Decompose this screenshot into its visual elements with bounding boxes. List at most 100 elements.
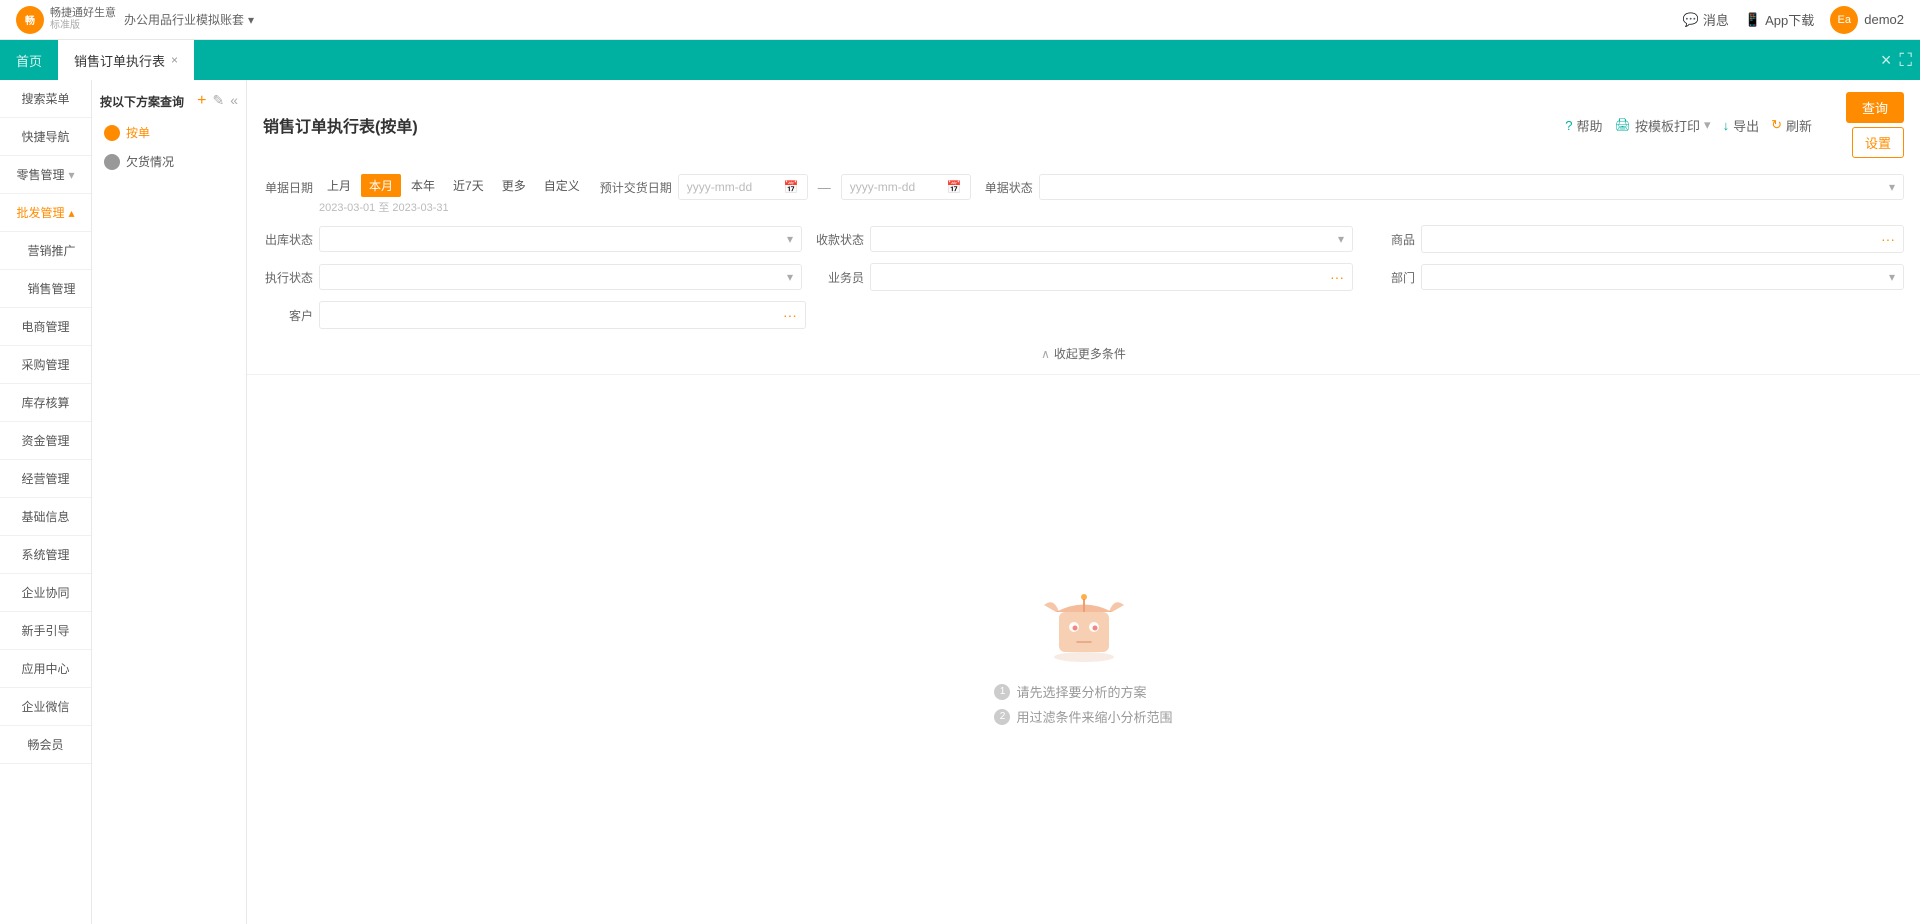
collapse-panel-icon[interactable]: « bbox=[230, 92, 238, 110]
query-button[interactable]: 查询 bbox=[1846, 92, 1904, 123]
collapse-more-button[interactable]: ∧ 收起更多条件 bbox=[263, 339, 1904, 370]
scheme-item-order[interactable]: 按单 bbox=[92, 118, 246, 147]
top-header: 畅 畅捷通好生意 标准版 办公用品行业模拟账套 ▾ 💬 消息 📱 App下载 E… bbox=[0, 0, 1920, 40]
sidebar-item-basic-info[interactable]: 基础信息 bbox=[0, 498, 91, 536]
exec-status-select[interactable]: ▾ bbox=[319, 264, 802, 290]
left-panel-header: 按以下方案查询 + ✎ « bbox=[92, 88, 246, 118]
date-dash: — bbox=[818, 180, 831, 195]
pred-date-start-input[interactable]: yyyy-mm-dd 📅 bbox=[678, 174, 808, 200]
chevron-down-icon: ▾ bbox=[68, 168, 74, 182]
hint-number-2: 2 bbox=[994, 709, 1010, 725]
sidebar-item-apps[interactable]: 应用中心 bbox=[0, 650, 91, 688]
sidebar-item-enterprise[interactable]: 企业协同 bbox=[0, 574, 91, 612]
scheme-item-backorder[interactable]: 欠货情况 bbox=[92, 147, 246, 176]
page-header: 销售订单执行表(按单) ? 帮助 🖨 按模板打印 ▾ ↓ 导出 bbox=[247, 80, 1920, 166]
sidebar: 搜索菜单 快捷导航 零售管理 ▾ 批发管理 ▴ 营销推广 销售管理 电商管理 采… bbox=[0, 80, 92, 924]
collect-status-select[interactable]: ▾ bbox=[870, 226, 1353, 252]
tab-home[interactable]: 首页 bbox=[0, 40, 58, 80]
message-icon: 💬 bbox=[1683, 12, 1699, 28]
date-tab-this-year[interactable]: 本年 bbox=[403, 174, 443, 197]
main-layout: 搜索菜单 快捷导航 零售管理 ▾ 批发管理 ▴ 营销推广 销售管理 电商管理 采… bbox=[0, 80, 1920, 924]
tab-sales-order[interactable]: 销售订单执行表 × bbox=[58, 40, 194, 80]
sidebar-item-sales[interactable]: 销售管理 bbox=[0, 270, 91, 308]
date-tab-this-month[interactable]: 本月 bbox=[361, 174, 401, 197]
salesman-dots-icon: ··· bbox=[1330, 269, 1344, 285]
sidebar-item-member[interactable]: 畅会员 bbox=[0, 726, 91, 764]
status-select[interactable]: ▾ bbox=[1039, 174, 1904, 200]
collect-status-label: 收款状态 bbox=[814, 231, 864, 248]
sidebar-item-finance[interactable]: 资金管理 bbox=[0, 422, 91, 460]
expand-icon[interactable]: ⛶ bbox=[1899, 50, 1912, 71]
avatar: Ea bbox=[1830, 6, 1858, 34]
empty-hint-2: 2 用过滤条件来缩小分析范围 bbox=[994, 707, 1172, 726]
sidebar-item-purchase[interactable]: 采购管理 bbox=[0, 346, 91, 384]
message-button[interactable]: 💬 消息 bbox=[1683, 10, 1729, 29]
scheme-icon-backorder bbox=[104, 154, 120, 170]
dept-cell: 部门 ▾ bbox=[1365, 263, 1904, 291]
tab-close-icon[interactable]: × bbox=[171, 53, 178, 67]
sidebar-item-wechat[interactable]: 企业微信 bbox=[0, 688, 91, 726]
out-status-label: 出库状态 bbox=[263, 231, 313, 248]
sidebar-item-inventory[interactable]: 库存核算 bbox=[0, 384, 91, 422]
edit-scheme-icon[interactable]: ✎ bbox=[212, 92, 224, 110]
date-filter-group: 单据日期 上月 本月 本年 近7天 更多 自定义 2023-03-01 至 20… bbox=[263, 174, 588, 215]
sidebar-item-ecommerce[interactable]: 电商管理 bbox=[0, 308, 91, 346]
filter-row-1: 单据日期 上月 本月 本年 近7天 更多 自定义 2023-03-01 至 20… bbox=[263, 174, 1904, 215]
page-actions: ? 帮助 🖨 按模板打印 ▾ ↓ 导出 ↻ 刷新 bbox=[1565, 92, 1904, 158]
breadcrumb[interactable]: 办公用品行业模拟账套 ▾ bbox=[124, 11, 254, 28]
pred-date-label: 预计交货日期 bbox=[600, 179, 672, 196]
sidebar-item-operations[interactable]: 经营管理 bbox=[0, 460, 91, 498]
app-download-button[interactable]: 📱 App下载 bbox=[1745, 10, 1814, 29]
exec-status-cell: 执行状态 ▾ bbox=[263, 263, 802, 291]
goods-input[interactable]: ··· bbox=[1421, 225, 1904, 253]
sidebar-item-search[interactable]: 搜索菜单 bbox=[0, 80, 91, 118]
out-status-select[interactable]: ▾ bbox=[319, 226, 802, 252]
export-button[interactable]: ↓ 导出 bbox=[1723, 116, 1760, 135]
calendar-icon-1: 📅 bbox=[784, 180, 799, 194]
left-panel-actions: + ✎ « bbox=[197, 92, 238, 110]
content-with-panel: 按以下方案查询 + ✎ « 按单 欠货情况 bbox=[92, 80, 1920, 924]
dept-chevron-icon: ▾ bbox=[1889, 270, 1895, 284]
logo-area: 畅 畅捷通好生意 标准版 bbox=[16, 6, 116, 34]
pred-date-group: 预计交货日期 yyyy-mm-dd 📅 — yyyy-mm-dd 📅 bbox=[600, 174, 971, 200]
sidebar-item-retail[interactable]: 零售管理 ▾ bbox=[0, 156, 91, 194]
refresh-button[interactable]: ↻ 刷新 bbox=[1771, 116, 1812, 135]
print-button[interactable]: 🖨 按模板打印 ▾ bbox=[1615, 116, 1711, 135]
settings-button[interactable]: 设置 bbox=[1852, 127, 1904, 158]
goods-label: 商品 bbox=[1365, 231, 1415, 248]
salesman-input[interactable]: ··· bbox=[870, 263, 1353, 291]
calendar-icon-2: 📅 bbox=[947, 180, 962, 194]
sidebar-item-quick-nav[interactable]: 快捷导航 bbox=[0, 118, 91, 156]
filter-row-4: 客户 ··· bbox=[263, 301, 806, 329]
sidebar-item-system[interactable]: 系统管理 bbox=[0, 536, 91, 574]
scheme-icon-order bbox=[104, 125, 120, 141]
date-tab-custom[interactable]: 自定义 bbox=[536, 174, 588, 197]
date-tab-last-month[interactable]: 上月 bbox=[319, 174, 359, 197]
customer-input[interactable]: ··· bbox=[319, 301, 806, 329]
collect-status-cell: 收款状态 ▾ bbox=[814, 225, 1353, 253]
customer-dots-icon: ··· bbox=[783, 307, 797, 323]
goods-dots-icon: ··· bbox=[1881, 231, 1895, 247]
empty-hints: 1 请先选择要分析的方案 2 用过滤条件来缩小分析范围 bbox=[994, 682, 1172, 732]
add-scheme-icon[interactable]: + bbox=[197, 92, 206, 110]
svg-text:畅: 畅 bbox=[25, 14, 35, 27]
pred-date-end-input[interactable]: yyyy-mm-dd 📅 bbox=[841, 174, 971, 200]
dept-label: 部门 bbox=[1365, 269, 1415, 286]
dept-select[interactable]: ▾ bbox=[1421, 264, 1904, 290]
customer-label: 客户 bbox=[263, 307, 313, 324]
status-label: 单据状态 bbox=[983, 179, 1033, 196]
sidebar-item-newbie[interactable]: 新手引导 bbox=[0, 612, 91, 650]
sidebar-item-marketing[interactable]: 营销推广 bbox=[0, 232, 91, 270]
tab-bar-actions: × ⛶ bbox=[1881, 50, 1920, 71]
page-title: 销售订单执行表(按单) bbox=[263, 113, 418, 137]
sidebar-item-wholesale[interactable]: 批发管理 ▴ bbox=[0, 194, 91, 232]
help-button[interactable]: ? 帮助 bbox=[1565, 116, 1602, 135]
date-tab-more[interactable]: 更多 bbox=[494, 174, 534, 197]
date-tab-7days[interactable]: 近7天 bbox=[445, 174, 492, 197]
user-menu[interactable]: Ea demo2 bbox=[1830, 6, 1904, 34]
goods-cell: 商品 ··· bbox=[1365, 225, 1904, 253]
minimize-icon[interactable]: × bbox=[1881, 50, 1892, 71]
download-icon: 📱 bbox=[1745, 12, 1761, 28]
filter-row-3: 执行状态 ▾ 业务员 ··· 部门 ▾ bbox=[263, 263, 1904, 291]
left-panel: 按以下方案查询 + ✎ « 按单 欠货情况 bbox=[92, 80, 247, 924]
